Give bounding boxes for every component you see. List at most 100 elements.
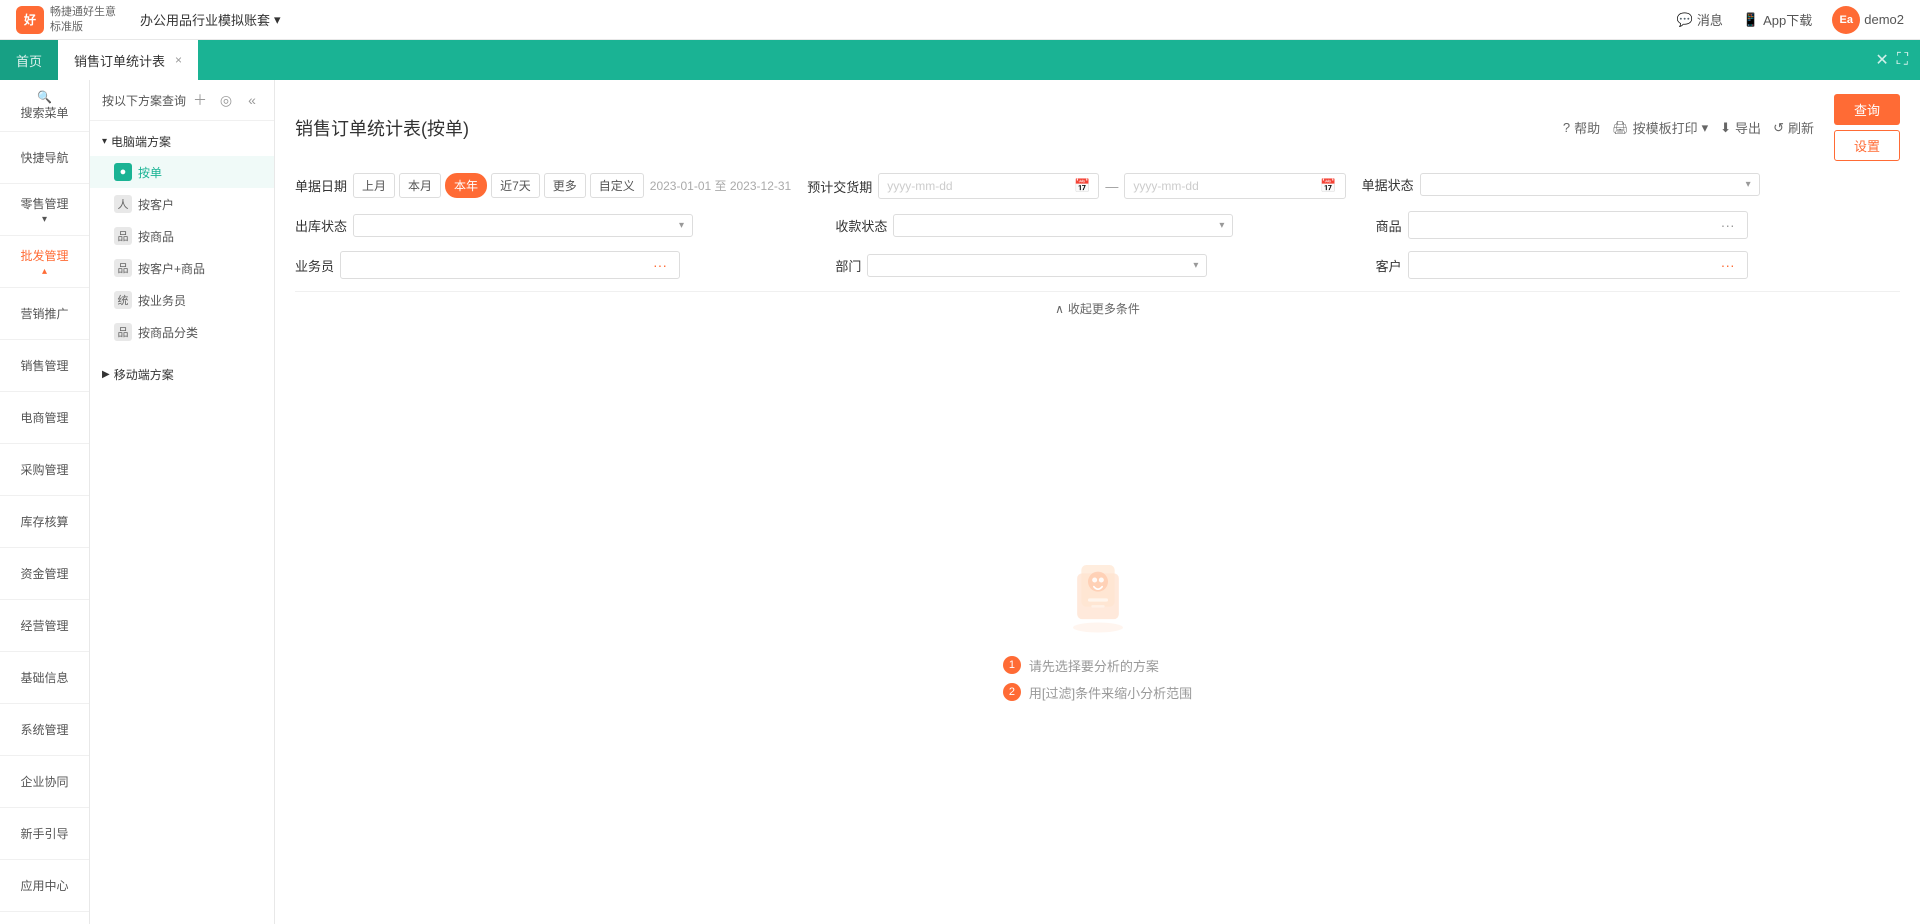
doc-status-label: 单据状态	[1362, 175, 1414, 194]
sidebar-item-inventory[interactable]: 库存核算	[0, 496, 89, 548]
scheme-item-by-customer[interactable]: 人 按客户	[90, 188, 274, 220]
scheme-group-pc-header[interactable]: ▾ 电脑端方案	[90, 127, 274, 156]
sidebar-item-operations[interactable]: 经营管理	[0, 600, 89, 652]
main-layout: 🔍 搜索菜单 快捷导航 零售管理 ▾ 批发管理 ▴ 营销推广 销售管理 电商管理…	[0, 80, 1920, 924]
scheme-icon-by-customer-goods: 品	[114, 259, 132, 277]
export-icon: ⬇	[1720, 120, 1731, 136]
expected-date-from[interactable]: 📅	[878, 173, 1099, 199]
left-panel: 按以下方案查询 ＋ ◎ « ▾ 电脑端方案 ● 按单 人 按客户	[90, 80, 275, 924]
sidebar-item-ecommerce[interactable]: 电商管理	[0, 392, 89, 444]
tab-bar: 首页 销售订单统计表 × ✕ ⛶	[0, 40, 1920, 80]
payment-status-group: 收款状态 ▾	[835, 214, 1359, 237]
sidebar-item-corpwechat[interactable]: 企业微信	[0, 912, 89, 924]
date-btn-7days[interactable]: 近7天	[491, 173, 540, 198]
customer-dots-icon[interactable]: ···	[1717, 257, 1739, 273]
scheme-icon-by-order: ●	[114, 163, 132, 181]
edit-scheme-icon[interactable]: ◎	[216, 90, 236, 110]
top-bar-right: 💬 消息 📱 App下载 Ea demo2	[1677, 6, 1904, 34]
salesperson-select[interactable]: ···	[340, 251, 680, 279]
collapse-text: 收起更多条件	[1068, 300, 1140, 317]
user-area[interactable]: Ea demo2	[1832, 6, 1904, 34]
tab-close-icon[interactable]: ×	[175, 53, 182, 67]
scheme-item-by-order[interactable]: ● 按单	[90, 156, 274, 188]
chevron-down-icon: ▾	[42, 214, 47, 225]
sidebar-item-appstore[interactable]: 应用中心	[0, 860, 89, 912]
scheme-item-by-goods-category[interactable]: 品 按商品分类	[90, 316, 274, 348]
page-title-row: 销售订单统计表(按单) ? 帮助 🖨 按模板打印 ▾ ⬇	[295, 94, 1900, 161]
logo-text: 畅捷通好生意 标准版	[50, 5, 116, 34]
customer-group: 客户 ···	[1376, 251, 1900, 279]
sidebar-item-marketing[interactable]: 营销推广	[0, 288, 89, 340]
tab-sales-order-stats[interactable]: 销售订单统计表 ×	[58, 40, 198, 80]
scheme-icon-by-customer: 人	[114, 195, 132, 213]
department-select[interactable]: ▾	[867, 254, 1207, 277]
sidebar-item-purchase[interactable]: 采购管理	[0, 444, 89, 496]
doc-status-select[interactable]: ▾	[1420, 173, 1760, 196]
sidebar-item-search[interactable]: 🔍 搜索菜单	[0, 80, 89, 132]
expected-date-to[interactable]: 📅	[1124, 173, 1345, 199]
customer-select[interactable]: ···	[1408, 251, 1748, 279]
more-dots-icon[interactable]: ···	[1717, 217, 1739, 233]
scheme-group-mobile-header[interactable]: ▶ 移动端方案	[90, 360, 274, 389]
sidebar-item-corp[interactable]: 企业协同	[0, 756, 89, 808]
payment-status-label: 收款状态	[835, 216, 887, 235]
query-button[interactable]: 查询	[1834, 94, 1900, 125]
sidebar-item-sales[interactable]: 销售管理	[0, 340, 89, 392]
date-btn-custom[interactable]: 自定义	[590, 173, 644, 198]
tip-num-2: 2	[1003, 683, 1021, 701]
expected-date-group: 预计交货期 📅 — 📅	[807, 173, 1345, 199]
date-btn-this-month[interactable]: 本月	[399, 173, 441, 198]
payment-status-select[interactable]: ▾	[893, 214, 1233, 237]
salesperson-label: 业务员	[295, 256, 334, 275]
settings-button[interactable]: 设置	[1834, 130, 1900, 161]
refresh-action[interactable]: ↺ 刷新	[1773, 118, 1814, 137]
department-group: 部门 ▾	[835, 254, 1359, 277]
close-window-icon[interactable]: ✕	[1875, 50, 1888, 70]
goods-select[interactable]: ···	[1408, 211, 1748, 239]
tab-home[interactable]: 首页	[0, 40, 58, 80]
scheme-item-by-goods[interactable]: 品 按商品	[90, 220, 274, 252]
empty-state: 1 请先选择要分析的方案 2 用[过滤]条件来缩小分析范围	[275, 325, 1920, 924]
sidebar-item-newbie[interactable]: 新手引导	[0, 808, 89, 860]
left-panel-title: 按以下方案查询	[102, 92, 186, 109]
empty-tip-2: 2 用[过滤]条件来缩小分析范围	[1003, 683, 1192, 702]
doc-status-group: 单据状态 ▾	[1362, 173, 1900, 196]
app-selector[interactable]: 办公用品行业模拟账套 ▾	[140, 10, 281, 29]
page-header: 销售订单统计表(按单) ? 帮助 🖨 按模板打印 ▾ ⬇	[275, 80, 1920, 325]
date-btn-this-year[interactable]: 本年	[445, 173, 487, 198]
scheme-item-by-salesperson[interactable]: 统 按业务员	[90, 284, 274, 316]
chevron-down-icon: ▾	[102, 136, 107, 147]
date-buttons: 上月 本月 本年 近7天 更多 自定义	[353, 173, 644, 198]
export-action[interactable]: ⬇ 导出	[1720, 118, 1761, 137]
filter-row-2: 出库状态 ▾ 收款状态 ▾ 商品	[295, 211, 1900, 239]
salesperson-dots-icon[interactable]: ···	[649, 257, 671, 273]
date-btn-more[interactable]: 更多	[544, 173, 586, 198]
delivery-status-select[interactable]: ▾	[353, 214, 693, 237]
add-scheme-icon[interactable]: ＋	[190, 90, 210, 110]
collapse-bar[interactable]: ∧ 收起更多条件	[295, 291, 1900, 325]
expected-date-to-input[interactable]	[1125, 174, 1312, 198]
maximize-icon[interactable]: ⛶	[1897, 51, 1908, 69]
message-button[interactable]: 💬 消息	[1677, 10, 1723, 29]
search-icon: 🔍	[37, 90, 52, 104]
collapse-panel-icon[interactable]: «	[242, 90, 262, 110]
sidebar-item-system[interactable]: 系统管理	[0, 704, 89, 756]
sidebar-item-retail[interactable]: 零售管理 ▾	[0, 184, 89, 236]
sidebar: 🔍 搜索菜单 快捷导航 零售管理 ▾ 批发管理 ▴ 营销推广 销售管理 电商管理…	[0, 80, 90, 924]
sidebar-item-shortcut[interactable]: 快捷导航	[0, 132, 89, 184]
template-print-action[interactable]: 🖨 按模板打印 ▾	[1612, 118, 1708, 137]
expected-date-from-input[interactable]	[879, 174, 1066, 198]
logo-icon: 好	[16, 6, 44, 34]
sidebar-item-basic[interactable]: 基础信息	[0, 652, 89, 704]
sidebar-item-finance[interactable]: 资金管理	[0, 548, 89, 600]
help-action[interactable]: ? 帮助	[1563, 118, 1600, 137]
customer-label: 客户	[1376, 256, 1402, 275]
app-download-button[interactable]: 📱 App下载	[1743, 10, 1812, 29]
date-btn-last-month[interactable]: 上月	[353, 173, 395, 198]
chevron-down-icon: ▾	[1219, 220, 1224, 231]
scheme-icon-by-goods: 品	[114, 227, 132, 245]
scheme-item-by-customer-goods[interactable]: 品 按客户+商品	[90, 252, 274, 284]
scheme-group-mobile: ▶ 移动端方案	[90, 354, 274, 395]
sidebar-item-wholesale[interactable]: 批发管理 ▴	[0, 236, 89, 288]
top-bar: 好 畅捷通好生意 标准版 办公用品行业模拟账套 ▾ 💬 消息 📱 App下载 E…	[0, 0, 1920, 40]
